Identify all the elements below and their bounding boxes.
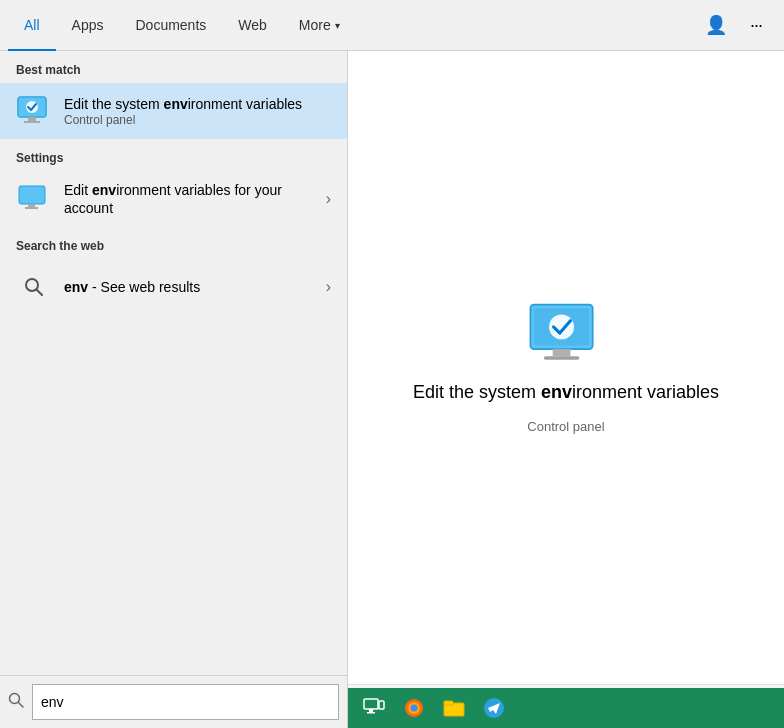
search-panel: All Apps Documents Web More ▾ 👤 ··· Best… (0, 0, 784, 728)
detail-app-icon (526, 302, 606, 366)
tab-web[interactable]: Web (222, 0, 283, 51)
svg-rect-5 (19, 186, 45, 204)
taskbar-firefox-icon[interactable] (396, 690, 432, 726)
tab-documents[interactable]: Documents (119, 0, 222, 51)
taskbar (348, 688, 784, 728)
chevron-down-icon: ▾ (335, 20, 340, 31)
svg-rect-3 (24, 121, 40, 123)
svg-line-11 (19, 703, 24, 708)
taskbar-files-icon[interactable] (436, 690, 472, 726)
settings-item[interactable]: Edit environment variables for your acco… (0, 171, 347, 227)
svg-rect-16 (544, 356, 580, 360)
svg-rect-21 (379, 701, 384, 709)
content-area: Best match Edit the (0, 51, 784, 728)
svg-rect-19 (369, 709, 373, 712)
svg-rect-26 (444, 701, 453, 705)
svg-point-24 (411, 705, 418, 712)
right-panel: Edit the system environment variables Co… (348, 51, 784, 728)
svg-rect-18 (364, 699, 378, 709)
control-panel-icon (16, 93, 52, 129)
monitor-svg (16, 95, 52, 127)
search-web-icon (16, 269, 52, 305)
person-icon: 👤 (705, 14, 727, 36)
settings-item-title: Edit environment variables for your acco… (64, 181, 314, 217)
best-match-item[interactable]: Edit the system environment variables Co… (0, 83, 347, 139)
svg-rect-15 (553, 349, 571, 356)
detail-subtitle: Control panel (527, 419, 604, 434)
best-match-subtitle: Control panel (64, 113, 302, 127)
web-search-item[interactable]: env - See web results › (0, 259, 347, 315)
detail-monitor-svg (526, 299, 606, 369)
settings-label: Settings (0, 139, 347, 171)
settings-monitor-svg (18, 185, 50, 213)
ellipsis-icon-button[interactable]: ··· (736, 5, 776, 45)
detail-title: Edit the system environment variables (413, 382, 719, 403)
svg-rect-6 (28, 204, 35, 207)
left-panel: Best match Edit the (0, 51, 348, 728)
best-match-label: Best match (0, 51, 347, 83)
search-input[interactable] (32, 684, 339, 720)
search-box-area (0, 675, 347, 728)
web-item-title: env - See web results (64, 278, 200, 296)
web-search-label: Search the web (0, 227, 347, 259)
best-match-text: Edit the system environment variables Co… (64, 95, 302, 127)
detail-area: Edit the system environment variables Co… (348, 51, 784, 684)
svg-rect-2 (28, 117, 36, 121)
web-item-text: env - See web results (64, 278, 200, 296)
taskbar-telegram-icon[interactable] (476, 690, 512, 726)
person-icon-button[interactable]: 👤 (696, 5, 736, 45)
tab-all[interactable]: All (8, 0, 56, 51)
search-svg (25, 278, 43, 296)
search-icon (8, 692, 24, 712)
best-match-title: Edit the system environment variables (64, 95, 302, 113)
svg-rect-20 (367, 712, 375, 714)
settings-item-arrow: › (326, 190, 331, 208)
tab-more[interactable]: More ▾ (283, 0, 356, 51)
svg-rect-7 (25, 207, 38, 209)
settings-item-text: Edit environment variables for your acco… (64, 181, 314, 217)
ellipsis-icon: ··· (750, 15, 762, 36)
web-item-arrow: › (326, 278, 331, 296)
taskbar-display-icon[interactable] (356, 690, 392, 726)
tab-apps[interactable]: Apps (56, 0, 120, 51)
settings-monitor-icon (16, 181, 52, 217)
tabs-bar: All Apps Documents Web More ▾ 👤 ··· (0, 0, 784, 51)
svg-line-9 (37, 290, 43, 296)
